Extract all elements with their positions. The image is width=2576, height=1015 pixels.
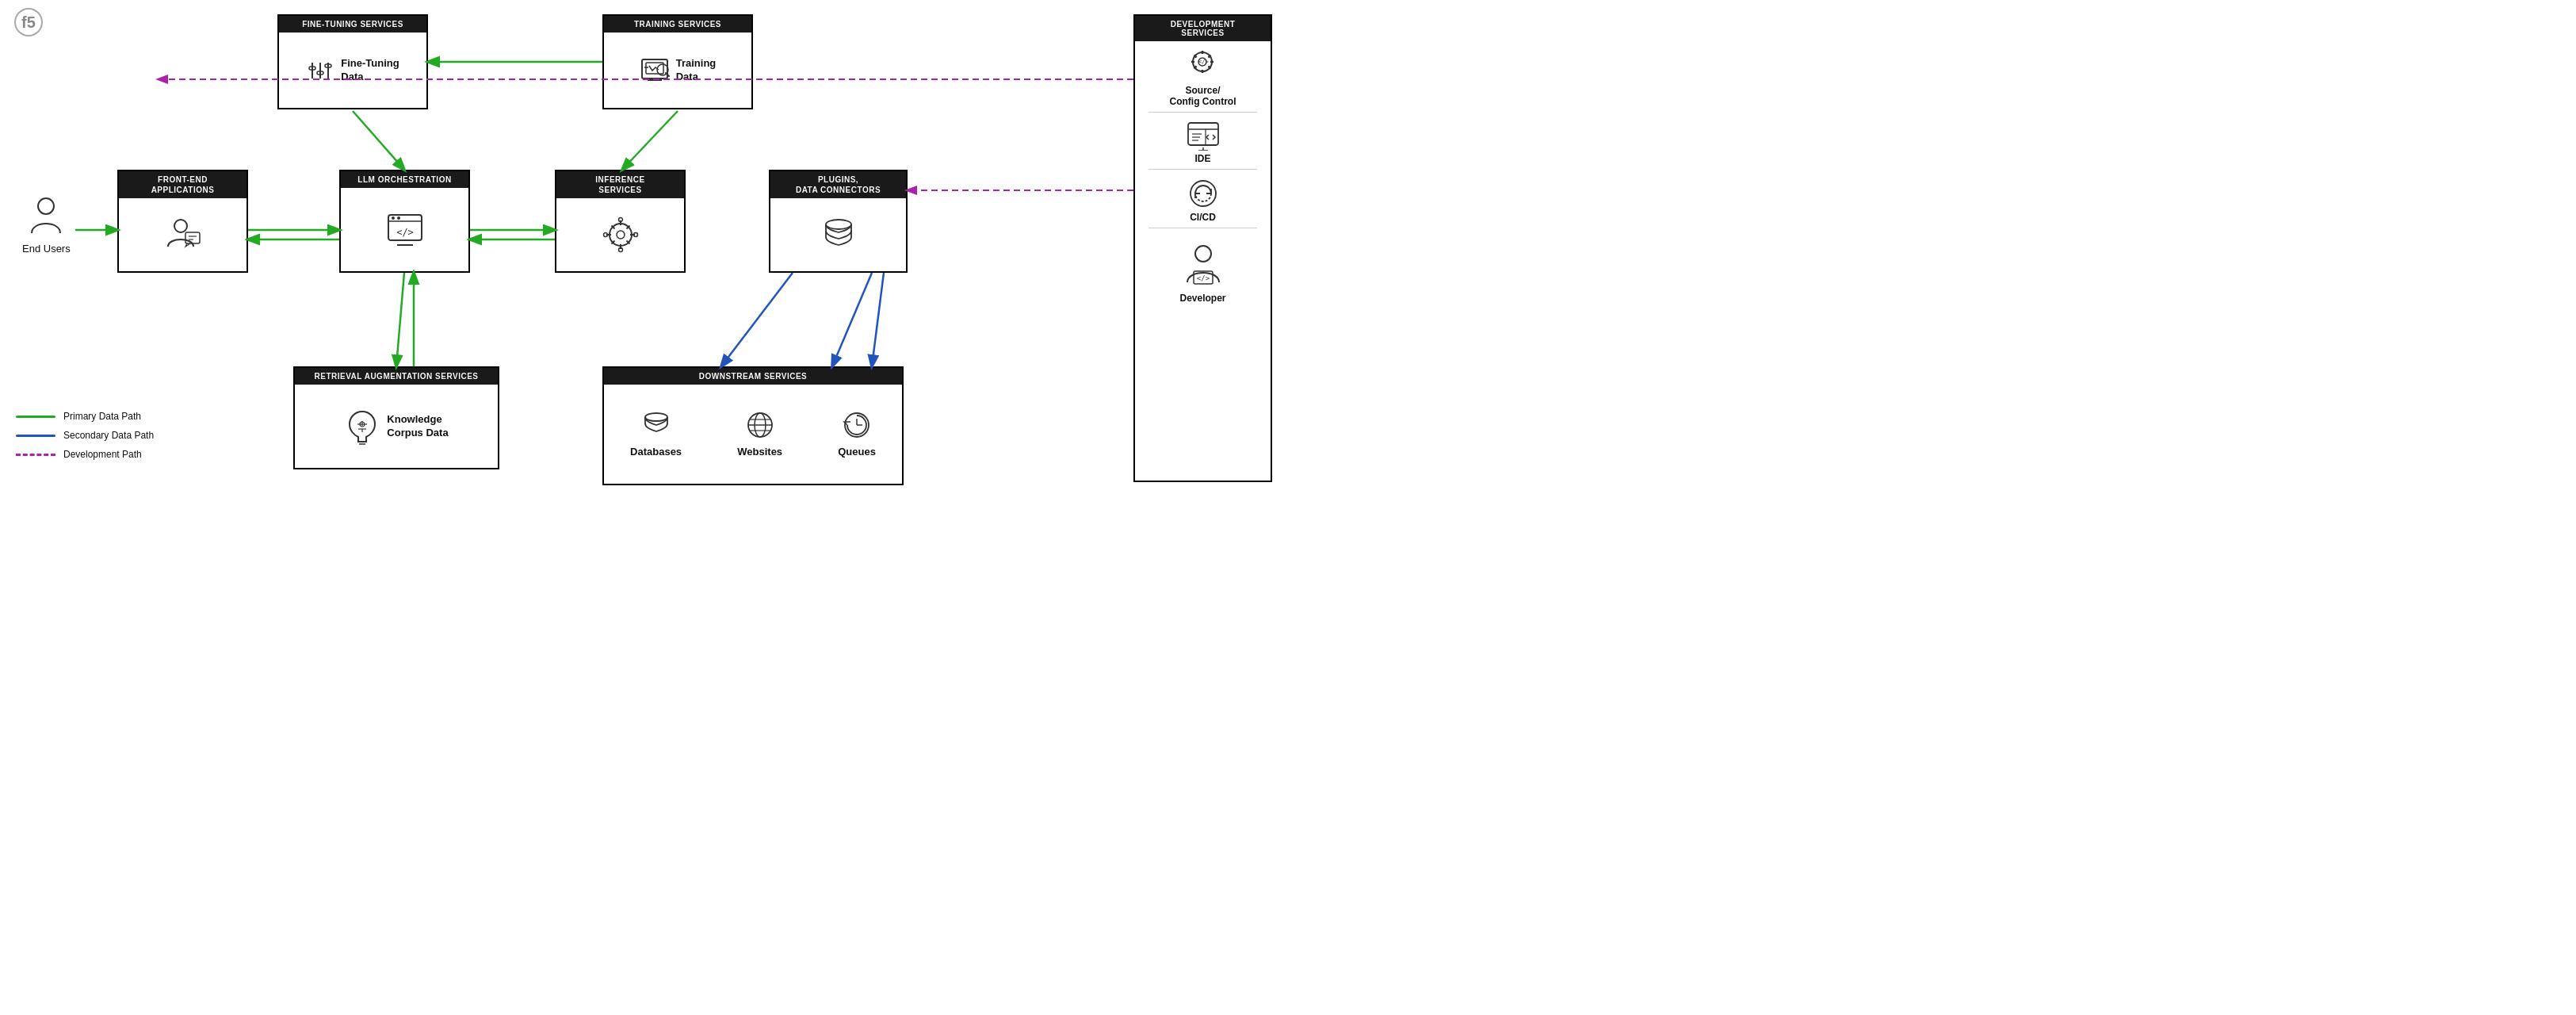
arrow-plugins-downstream-2 bbox=[832, 273, 872, 366]
training-label: Training Data bbox=[676, 57, 717, 84]
cicd-item: CI/CD bbox=[1186, 171, 1221, 226]
database-stack-icon bbox=[819, 215, 858, 255]
svg-point-0 bbox=[38, 198, 54, 214]
training-header: TRAINING SERVICES bbox=[604, 16, 751, 33]
legend-development: Development Path bbox=[16, 449, 154, 460]
llm-box: LLM ORCHESTRATION </> bbox=[339, 170, 470, 273]
retrieval-header: RETRIEVAL AUGMENTATION SERVICES bbox=[295, 368, 498, 385]
arrow-llm-retrieval bbox=[396, 273, 404, 366]
downstream-box: DOWNSTREAM SERVICES Databases bbox=[602, 366, 904, 485]
inference-body bbox=[592, 198, 649, 271]
fine-tuning-header: FINE-TUNING SERVICES bbox=[279, 16, 426, 33]
svg-point-36 bbox=[633, 233, 637, 237]
ide-icon bbox=[1186, 121, 1221, 151]
plugins-box: PLUGINS, DATA CONNECTORS bbox=[769, 170, 908, 273]
person-icon bbox=[29, 197, 63, 236]
fine-tuning-box: FINE-TUNING SERVICES Fine-Tuning Data bbox=[277, 14, 428, 109]
code-window-icon: </> bbox=[385, 210, 425, 250]
retrieval-body: Knowledge Corpus Data bbox=[336, 385, 456, 468]
development-box: DEVELOPMENT SERVICES </> Source/ Config … bbox=[1133, 14, 1272, 482]
developer-icon: </> bbox=[1181, 243, 1225, 290]
legend-primary: Primary Data Path bbox=[16, 411, 154, 422]
frontend-header: FRONT-END APPLICATIONS bbox=[119, 171, 247, 198]
svg-point-35 bbox=[603, 233, 607, 237]
ide-item: IDE bbox=[1186, 114, 1221, 167]
inference-header: INFERENCE SERVICES bbox=[556, 171, 684, 198]
downstream-body: Databases Websites bbox=[604, 385, 902, 484]
end-users-label: End Users bbox=[22, 243, 71, 255]
retrieval-label: Knowledge Corpus Data bbox=[387, 413, 448, 440]
f5-logo: f5 bbox=[14, 8, 43, 36]
svg-point-13 bbox=[174, 220, 187, 232]
legend: Primary Data Path Secondary Data Path De… bbox=[16, 411, 154, 460]
legend-primary-label: Primary Data Path bbox=[63, 411, 141, 422]
database-icon bbox=[640, 409, 672, 441]
svg-rect-14 bbox=[185, 232, 200, 243]
svg-text:</>: </> bbox=[1198, 59, 1209, 65]
downstream-header: DOWNSTREAM SERVICES bbox=[604, 368, 902, 385]
svg-line-12 bbox=[666, 73, 669, 76]
plugins-header: PLUGINS, DATA CONNECTORS bbox=[770, 171, 906, 198]
frontend-body bbox=[155, 198, 211, 271]
websites-item: Websites bbox=[737, 409, 782, 459]
queues-label: Queues bbox=[838, 446, 876, 459]
diagram: f5 End Users FINE-TUNING SERVICES Fine-T… bbox=[0, 0, 1288, 508]
lightbulb-icon bbox=[344, 407, 380, 446]
chat-user-icon bbox=[163, 215, 203, 255]
fine-tuning-body: Fine-Tuning Data bbox=[298, 33, 407, 108]
source-config-label: Source/ Config Control bbox=[1170, 85, 1236, 107]
cicd-label: CI/CD bbox=[1190, 212, 1216, 223]
svg-text:</>: </> bbox=[1196, 274, 1210, 282]
gear-network-icon bbox=[600, 214, 641, 255]
fine-tuning-label: Fine-Tuning Data bbox=[341, 57, 399, 84]
primary-line-sample bbox=[16, 416, 55, 418]
inference-box: INFERENCE SERVICES bbox=[555, 170, 686, 273]
legend-secondary: Secondary Data Path bbox=[16, 430, 154, 441]
dev-divider-2 bbox=[1148, 169, 1257, 170]
sliders-icon bbox=[306, 56, 334, 85]
legend-secondary-label: Secondary Data Path bbox=[63, 430, 154, 441]
svg-text:</>: </> bbox=[396, 227, 414, 238]
queue-icon bbox=[841, 409, 873, 441]
svg-point-34 bbox=[618, 248, 622, 252]
frontend-box: FRONT-END APPLICATIONS bbox=[117, 170, 248, 273]
llm-header: LLM ORCHESTRATION bbox=[341, 171, 468, 188]
training-box: TRAINING SERVICES Training Data bbox=[602, 14, 753, 109]
llm-body: </> bbox=[377, 188, 433, 271]
svg-point-20 bbox=[397, 216, 400, 220]
source-control-item: </> Source/ Config Control bbox=[1170, 41, 1236, 110]
websites-label: Websites bbox=[737, 446, 782, 459]
svg-point-77 bbox=[1191, 181, 1216, 206]
legend-dev-label: Development Path bbox=[63, 449, 142, 460]
secondary-line-sample bbox=[16, 435, 55, 437]
retrieval-box: RETRIEVAL AUGMENTATION SERVICES Knowledg… bbox=[293, 366, 499, 469]
queues-item: Queues bbox=[838, 409, 876, 459]
training-icon bbox=[640, 56, 670, 85]
globe-icon bbox=[744, 409, 776, 441]
svg-point-33 bbox=[618, 218, 622, 222]
arrow-plugins-downstream-3 bbox=[872, 273, 884, 366]
svg-point-24 bbox=[617, 231, 625, 239]
databases-label: Databases bbox=[630, 446, 682, 459]
development-header: DEVELOPMENT SERVICES bbox=[1135, 16, 1271, 41]
developer-label: Developer bbox=[1179, 293, 1225, 304]
dev-line-sample bbox=[16, 454, 55, 456]
dev-divider-1 bbox=[1148, 112, 1257, 113]
plugins-body bbox=[811, 198, 866, 271]
gear-code-icon: </> bbox=[1184, 48, 1221, 82]
svg-point-47 bbox=[645, 413, 667, 421]
arrow-training-inference bbox=[622, 111, 678, 170]
cicd-icon bbox=[1186, 178, 1221, 209]
databases-item: Databases bbox=[630, 409, 682, 459]
training-body: Training Data bbox=[632, 33, 724, 108]
developer-item: </> Developer bbox=[1179, 230, 1225, 312]
svg-point-78 bbox=[1195, 246, 1211, 262]
end-users: End Users bbox=[22, 197, 71, 255]
arrow-plugins-downstream-1 bbox=[721, 273, 793, 366]
arrow-finetuning-llm bbox=[353, 111, 404, 170]
ide-label: IDE bbox=[1194, 153, 1210, 164]
svg-point-37 bbox=[826, 220, 851, 229]
svg-point-19 bbox=[392, 216, 395, 220]
